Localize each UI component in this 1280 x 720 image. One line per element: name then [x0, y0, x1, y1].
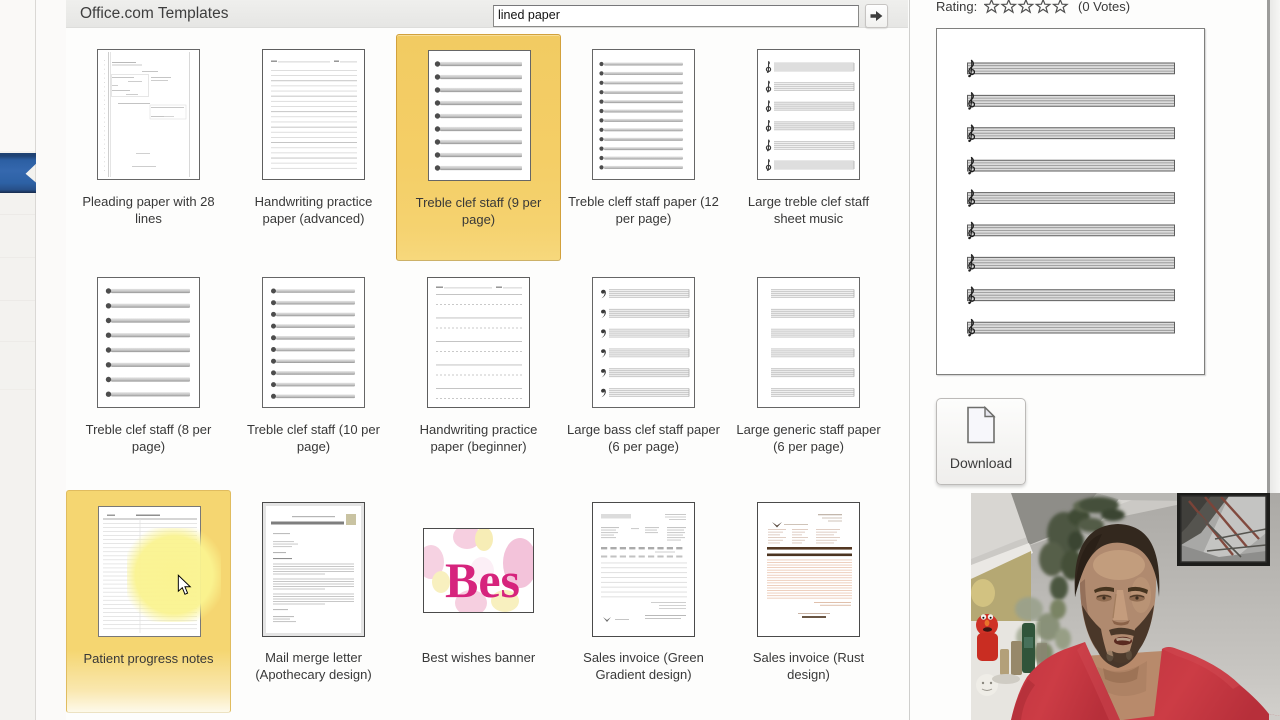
svg-text:Bes: Bes	[445, 552, 520, 608]
